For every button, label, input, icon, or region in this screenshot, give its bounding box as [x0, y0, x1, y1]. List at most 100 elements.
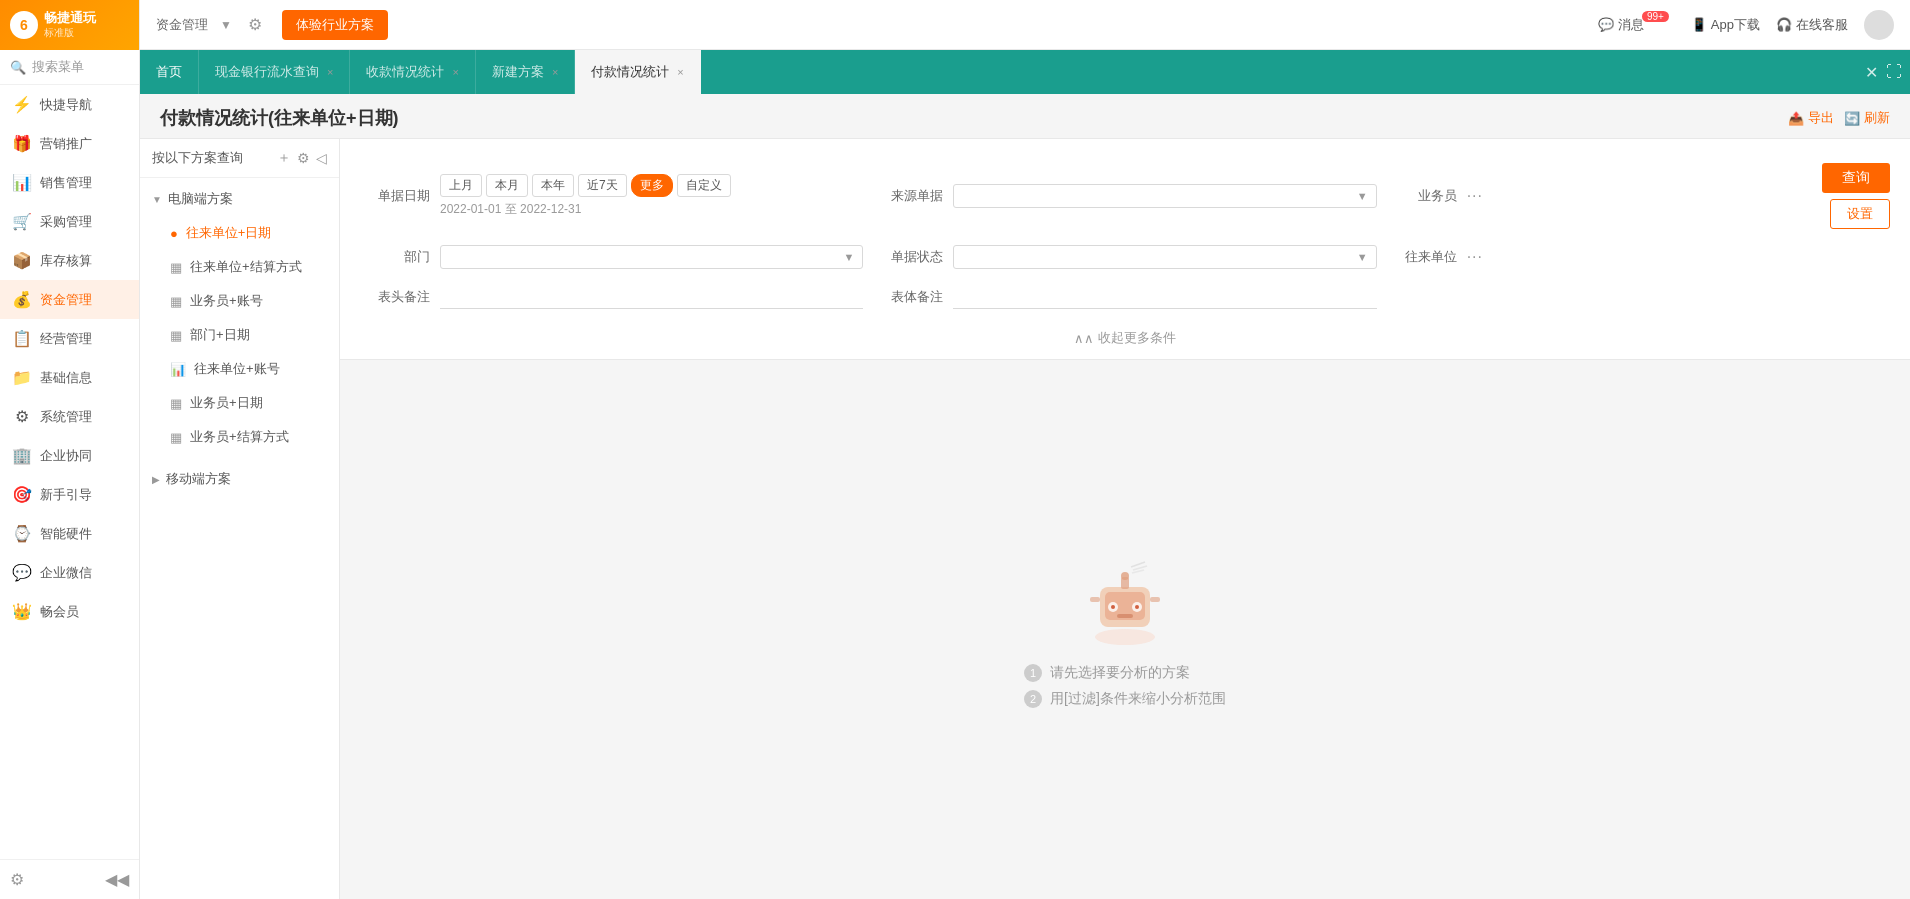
scheme-item-unit-account[interactable]: 📊 往来单位+账号 — [140, 352, 339, 386]
scheme-item-staff-settle[interactable]: ▦ 业务员+结算方式 — [140, 420, 339, 454]
expand-tab-icon[interactable]: ⛶ — [1886, 63, 1902, 81]
scheme-item-staff-date[interactable]: ▦ 业务员+日期 — [140, 386, 339, 420]
purchase-label: 采购管理 — [40, 213, 92, 231]
step1-text: 请先选择要分析的方案 — [1050, 664, 1190, 682]
empty-step-2: 2 用[过滤]条件来缩小分析范围 — [1024, 690, 1226, 708]
scheme-settings-icon[interactable]: ⚙ — [297, 150, 310, 166]
operation-icon: 📋 — [12, 329, 32, 348]
desktop-arrow-icon: ▼ — [152, 194, 162, 205]
staff-dots[interactable]: ··· — [1467, 187, 1483, 205]
pill-last-month[interactable]: 上月 — [440, 174, 482, 197]
dept-date-label: 部门+日期 — [190, 326, 250, 344]
sidebar-item-sales[interactable]: 📊 销售管理 — [0, 163, 139, 202]
messages-btn[interactable]: 💬 消息 99+ — [1598, 16, 1675, 34]
wechat-icon: 💬 — [12, 563, 32, 582]
sidebar-item-system[interactable]: ⚙ 系统管理 — [0, 397, 139, 436]
sidebar-item-operation[interactable]: 📋 经营管理 — [0, 319, 139, 358]
pill-7days[interactable]: 近7天 — [578, 174, 627, 197]
pill-this-month[interactable]: 本月 — [486, 174, 528, 197]
query-btn[interactable]: 查询 — [1822, 163, 1890, 193]
body-note-control — [953, 285, 1376, 309]
sidebar-nav: ⚡ 快捷导航 🎁 营销推广 📊 销售管理 🛒 采购管理 📦 库存核算 💰 资金管… — [0, 85, 139, 859]
new-scheme-tab-label: 新建方案 — [492, 63, 544, 81]
empty-steps: 1 请先选择要分析的方案 2 用[过滤]条件来缩小分析范围 — [1024, 664, 1226, 708]
cash-bank-tab-label: 现金银行流水查询 — [215, 63, 319, 81]
collapse-sidebar-icon[interactable]: ◀◀ — [105, 870, 129, 889]
scheme-item-unit-settle[interactable]: ▦ 往来单位+结算方式 — [140, 250, 339, 284]
scheme-sidebar-title: 按以下方案查询 — [152, 149, 243, 167]
filter-row-unit: 往来单位 ··· — [1387, 237, 1890, 277]
payment-stats-tab-close[interactable]: × — [677, 66, 683, 78]
scheme-sidebar: 按以下方案查询 ＋ ⚙ ◁ ▼ 电脑端方案 ● 往来单位+日期 ▦ — [140, 139, 340, 899]
refresh-btn[interactable]: 🔄 刷新 — [1844, 109, 1890, 127]
sidebar-item-hardware[interactable]: ⌚ 智能硬件 — [0, 514, 139, 553]
body-note-input[interactable] — [953, 285, 1376, 309]
close-tab-icon[interactable]: ✕ — [1865, 63, 1878, 82]
header-note-input[interactable] — [440, 285, 863, 309]
receivable-tab-close[interactable]: × — [452, 66, 458, 78]
svg-point-6 — [1135, 605, 1139, 609]
tab-new-scheme[interactable]: 新建方案 × — [476, 50, 575, 94]
sidebar-item-fund[interactable]: 💰 资金管理 — [0, 280, 139, 319]
add-scheme-icon[interactable]: ＋ — [277, 149, 291, 167]
scheme-item-staff-account[interactable]: ▦ 业务员+账号 — [140, 284, 339, 318]
search-menu[interactable]: 🔍 搜索菜单 — [0, 50, 139, 85]
message-icon: 💬 — [1598, 17, 1614, 32]
unit-date-label: 往来单位+日期 — [186, 224, 272, 242]
tab-home[interactable]: 首页 — [140, 50, 199, 94]
scheme-sidebar-icons: ＋ ⚙ ◁ — [277, 149, 327, 167]
sidebar-item-wechat[interactable]: 💬 企业微信 — [0, 553, 139, 592]
marketing-icon: 🎁 — [12, 134, 32, 153]
export-btn[interactable]: 📤 导出 — [1788, 109, 1834, 127]
topbar-gear-icon[interactable]: ⚙ — [248, 15, 262, 34]
app-download-btn[interactable]: 📱 App下载 — [1691, 16, 1760, 34]
new-scheme-tab-close[interactable]: × — [552, 66, 558, 78]
mobile-section-toggle[interactable]: ▶ 移动端方案 — [140, 462, 339, 496]
dept-select[interactable]: ▼ — [440, 245, 863, 269]
pill-this-year[interactable]: 本年 — [532, 174, 574, 197]
content-area: 按以下方案查询 ＋ ⚙ ◁ ▼ 电脑端方案 ● 往来单位+日期 ▦ — [140, 139, 1910, 899]
sidebar-item-member[interactable]: 👑 畅会员 — [0, 592, 139, 631]
sidebar-item-basic[interactable]: 📁 基础信息 — [0, 358, 139, 397]
staff-account-icon: ▦ — [170, 294, 182, 309]
main-area: 资金管理 ▼ ⚙ 体验行业方案 💬 消息 99+ 📱 App下载 🎧 在线客服 … — [140, 0, 1910, 899]
topbar-actions: 💬 消息 99+ 📱 App下载 🎧 在线客服 — [1598, 10, 1894, 40]
cash-bank-tab-close[interactable]: × — [327, 66, 333, 78]
tab-payment-stats[interactable]: 付款情况统计 × — [575, 50, 700, 94]
sidebar-item-guide[interactable]: 🎯 新手引导 — [0, 475, 139, 514]
tab-bar: 首页 现金银行流水查询 × 收款情况统计 × 新建方案 × 付款情况统计 × ✕… — [140, 50, 1910, 94]
sidebar-item-quick-nav[interactable]: ⚡ 快捷导航 — [0, 85, 139, 124]
trial-btn[interactable]: 体验行业方案 — [282, 10, 388, 40]
page-header: 付款情况统计(往来单位+日期) 📤 导出 🔄 刷新 — [140, 94, 1910, 139]
tab-cash-bank[interactable]: 现金银行流水查询 × — [199, 50, 350, 94]
staff-settle-icon: ▦ — [170, 430, 182, 445]
customer-service-btn[interactable]: 🎧 在线客服 — [1776, 16, 1848, 34]
pill-custom[interactable]: 自定义 — [677, 174, 731, 197]
status-select[interactable]: ▼ — [953, 245, 1376, 269]
collapse-bar[interactable]: ∧∧ 收起更多条件 — [340, 317, 1910, 359]
pill-more[interactable]: 更多 — [631, 174, 673, 197]
collapse-scheme-icon[interactable]: ◁ — [316, 150, 327, 166]
source-voucher-label: 来源单据 — [873, 187, 943, 205]
filter-row-date: 单据日期 上月 本月 本年 近7天 更多 自定义 2022-01-01 至 20… — [360, 155, 863, 237]
svg-rect-10 — [1090, 597, 1100, 602]
unit-dots[interactable]: ··· — [1467, 248, 1483, 266]
mobile-arrow-icon: ▶ — [152, 474, 160, 485]
tab-receivable[interactable]: 收款情况统计 × — [350, 50, 475, 94]
topbar-dropdown-icon[interactable]: ▼ — [220, 18, 232, 32]
sidebar-item-inventory[interactable]: 📦 库存核算 — [0, 241, 139, 280]
sidebar-item-marketing[interactable]: 🎁 营销推广 — [0, 124, 139, 163]
header-note-control — [440, 285, 863, 309]
voucher-status-label: 单据状态 — [873, 248, 943, 266]
settings-btn[interactable]: 设置 — [1830, 199, 1890, 229]
hardware-label: 智能硬件 — [40, 525, 92, 543]
mobile-scheme-section: ▶ 移动端方案 — [140, 458, 339, 500]
scheme-item-dept-date[interactable]: ▦ 部门+日期 — [140, 318, 339, 352]
desktop-section-toggle[interactable]: ▼ 电脑端方案 — [140, 182, 339, 216]
source-voucher-select[interactable]: ▼ — [953, 184, 1376, 208]
scheme-item-unit-date[interactable]: ● 往来单位+日期 — [140, 216, 339, 250]
sidebar-item-enterprise[interactable]: 🏢 企业协同 — [0, 436, 139, 475]
sidebar-item-purchase[interactable]: 🛒 采购管理 — [0, 202, 139, 241]
user-avatar[interactable] — [1864, 10, 1894, 40]
settings-icon[interactable]: ⚙ — [10, 870, 24, 889]
